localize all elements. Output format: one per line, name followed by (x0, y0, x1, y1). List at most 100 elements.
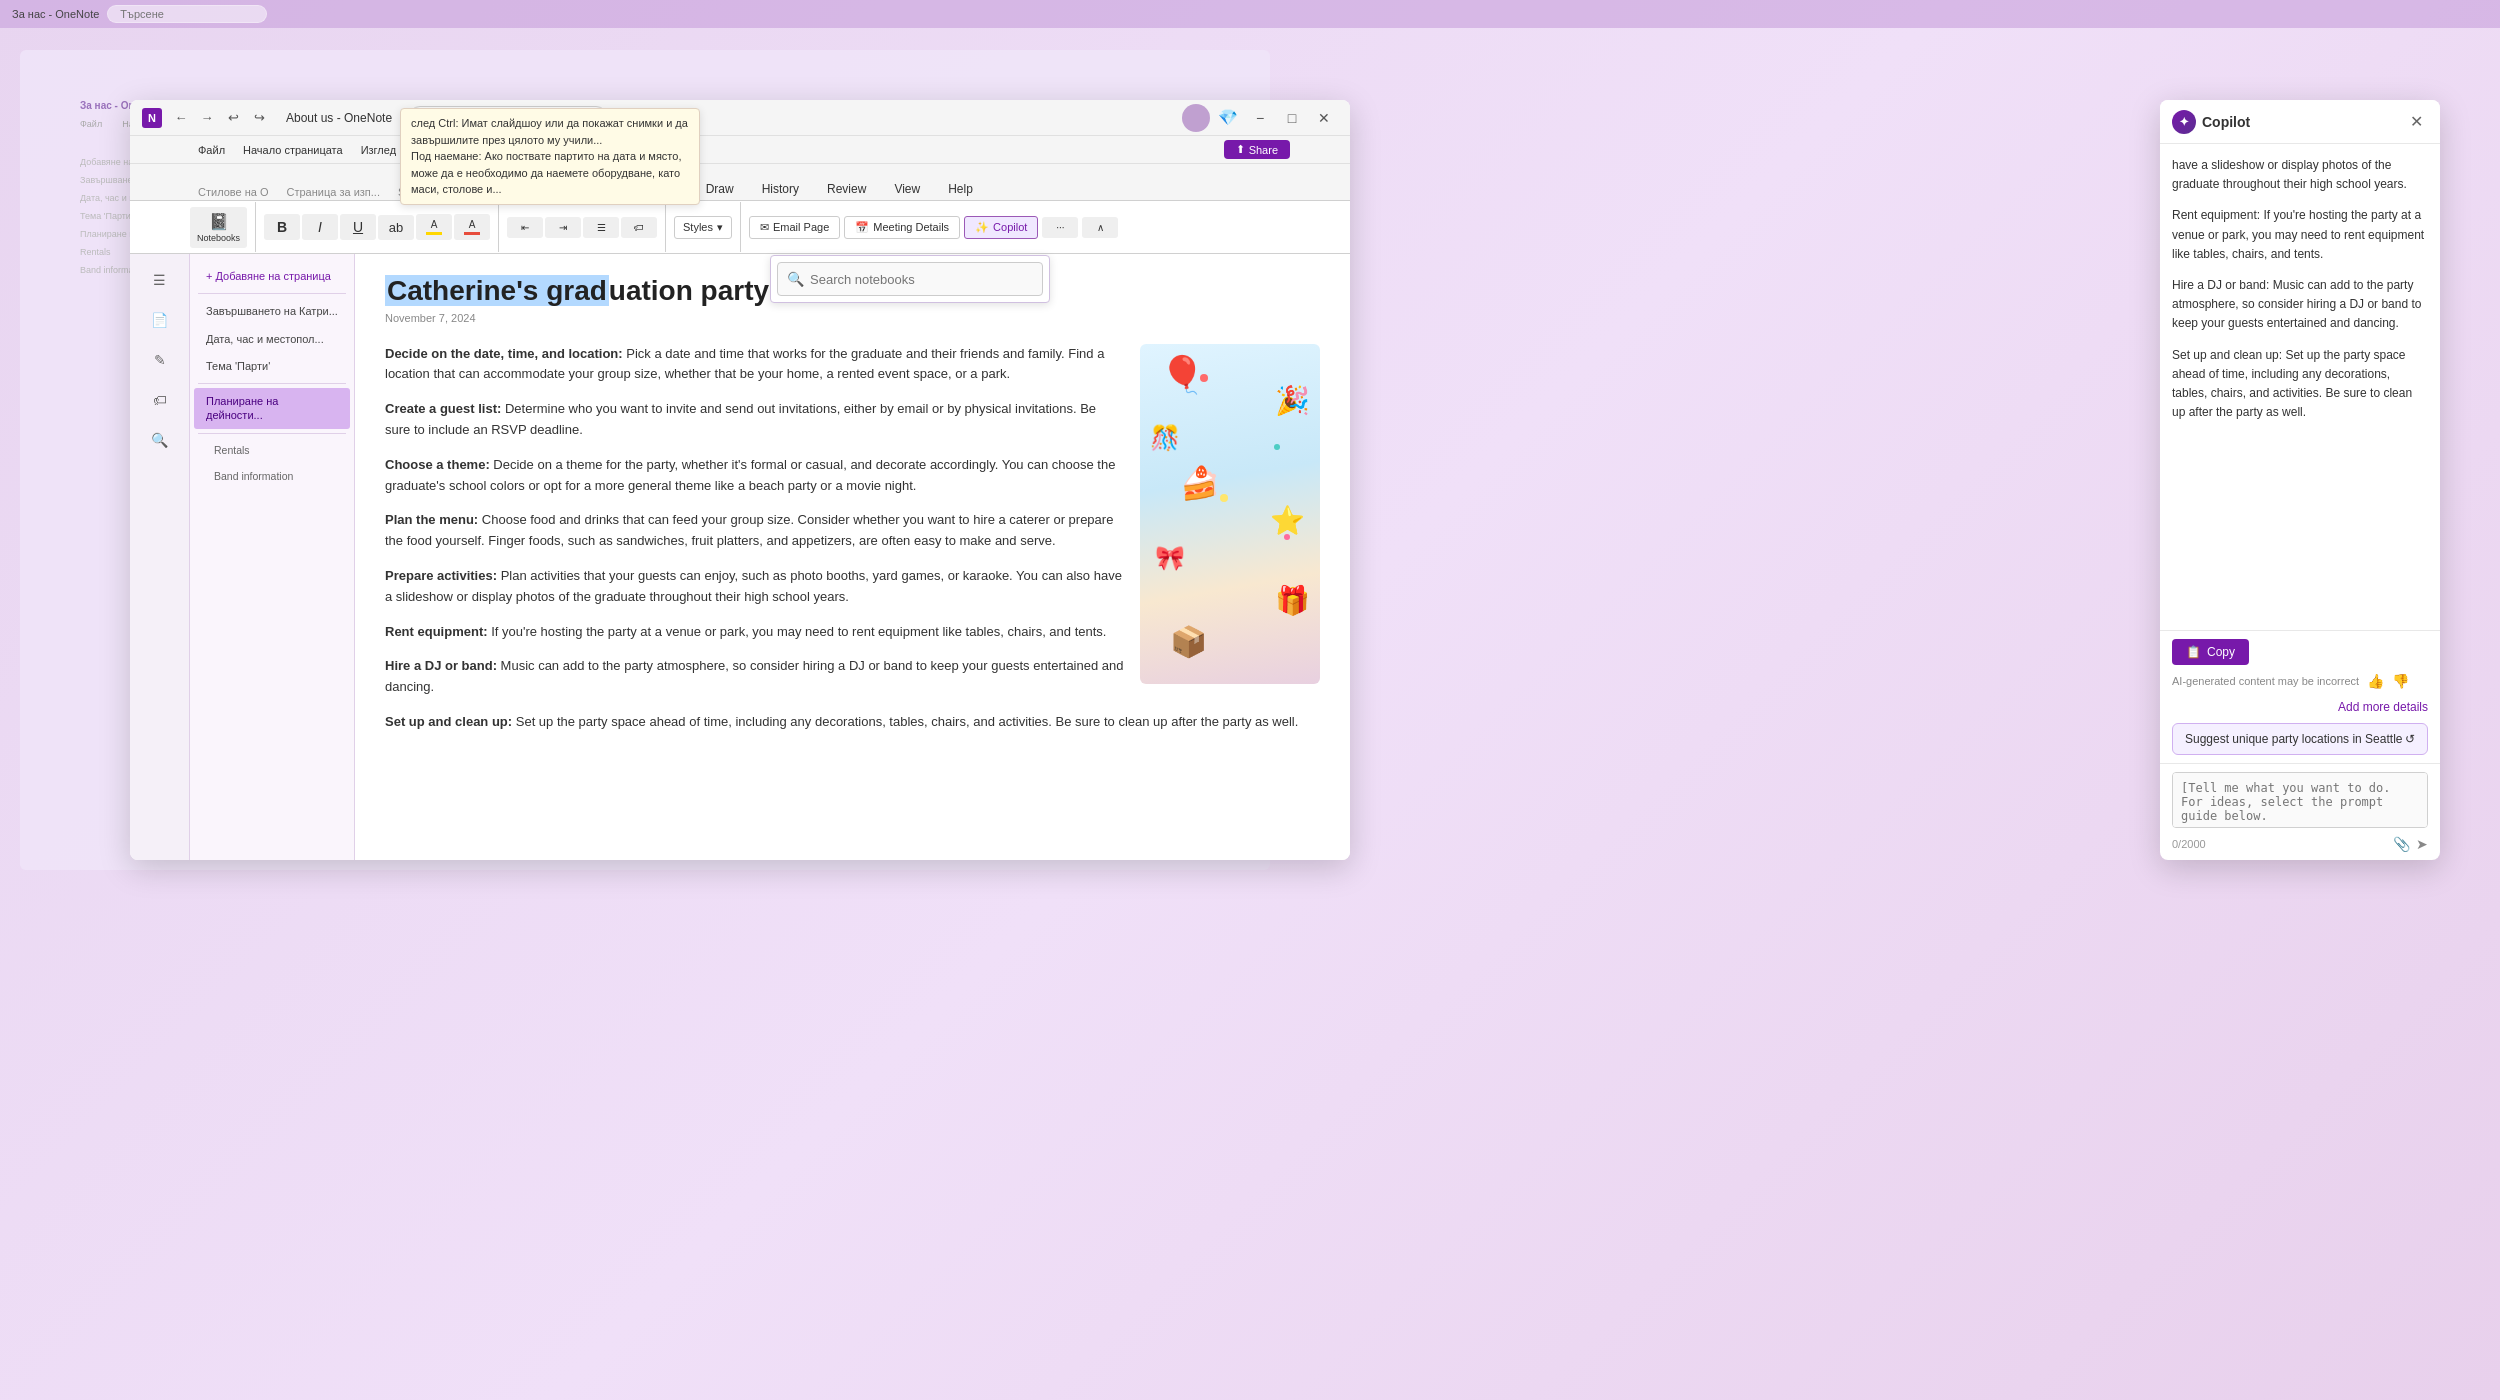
thumbs-up-btn[interactable]: 👍 (2367, 673, 2384, 689)
highlight-icon: A (431, 219, 438, 230)
tab-view[interactable]: View (881, 177, 933, 200)
copilot-textarea[interactable] (2172, 772, 2428, 828)
section-cleanup-label: Set up and clean up: (385, 714, 512, 729)
page-item-3[interactable]: Планиране на дейности... (194, 388, 350, 429)
add-page-btn[interactable]: + Добавяне на страница (194, 263, 350, 289)
highlight-indicator (426, 232, 442, 235)
note-party-image: 🎈 🎉 🎊 🍰 ⭐ 🎀 🎁 📦 (1140, 344, 1320, 684)
os-app-label: За нас - OneNote (12, 8, 99, 20)
copilot-actions: 📋 Copy AI-generated content may be incor… (2160, 630, 2440, 763)
ribbon-notebook-btn[interactable]: 📓 Notebooks (190, 207, 247, 248)
user-avatar[interactable] (1182, 104, 1210, 132)
maximize-button[interactable]: □ (1278, 108, 1306, 128)
sidebar-page-btn[interactable]: 📄 (138, 302, 182, 338)
gem-icon-btn[interactable]: 💎 (1218, 108, 1238, 127)
onenote-app-icon: N (142, 108, 162, 128)
sidebar-tags-btn[interactable]: 🏷 (138, 382, 182, 418)
strikethrough-btn[interactable]: ab (378, 215, 414, 240)
ribbon-styles-top[interactable]: Стилове на О (190, 184, 277, 200)
share-button[interactable]: ⬆ Share (1224, 140, 1290, 159)
forward-button[interactable]: → (196, 107, 218, 129)
font-color-icon: A (469, 219, 476, 230)
os-search-input[interactable] (107, 5, 267, 23)
section-dj-label: Hire a DJ or band: (385, 658, 497, 673)
suggest-locations-btn[interactable]: Suggest unique party locations in Seattl… (2172, 723, 2428, 755)
font-color-btn[interactable]: A (454, 214, 490, 240)
section-activities-label: Prepare activities: (385, 568, 497, 583)
tab-help[interactable]: Help (935, 177, 986, 200)
copilot-body-text-4: Set up and clean up: Set up the party sp… (2172, 346, 2428, 423)
indent-btn[interactable]: ⇤ (507, 217, 543, 238)
menu-home[interactable]: Начало страницата (235, 142, 351, 158)
section-menu-label: Plan the menu: (385, 512, 478, 527)
notebook-icon: 📓 (209, 212, 229, 231)
menu-file[interactable]: Файл (190, 142, 233, 158)
window-title: About us - OneNote (286, 111, 392, 125)
minimize-button[interactable]: − (1246, 108, 1274, 128)
send-btn[interactable]: ➤ (2416, 836, 2428, 852)
align-btn[interactable]: ☰ (583, 217, 619, 238)
note-editor[interactable]: Catherine's graduation party November 7,… (355, 254, 1350, 860)
main-content: ☰ 📄 ✎ 🏷 🔍 + Добавяне на страница Завършв… (130, 254, 1350, 860)
undo-button[interactable]: ↩ (222, 107, 244, 129)
more-options-btn[interactable]: ··· (1042, 217, 1078, 238)
tab-draw[interactable]: Draw (693, 177, 747, 200)
font-color-indicator (464, 232, 480, 235)
char-count: 0/2000 (2172, 838, 2206, 850)
thumbs-down-btn[interactable]: 👎 (2392, 673, 2409, 689)
page-list-divider (198, 293, 346, 294)
copilot-title: ✦ Copilot (2172, 110, 2250, 134)
tab-review[interactable]: Review (814, 177, 879, 200)
menu-view[interactable]: Изглед (353, 142, 404, 158)
copilot-body[interactable]: have a slideshow or display photos of th… (2160, 144, 2440, 630)
outdent-btn[interactable]: ⇥ (545, 217, 581, 238)
copy-button[interactable]: 📋 Copy (2172, 639, 2249, 665)
copilot-body-text-2: Rent equipment: If you're hosting the pa… (2172, 206, 2428, 264)
attach-btn[interactable]: 📎 (2393, 836, 2410, 852)
ribbon-page-top[interactable]: Страница за изп... (279, 184, 388, 200)
underline-btn[interactable]: U (340, 214, 376, 240)
menu-right: ⬆ Share (1224, 140, 1290, 159)
redo-button[interactable]: ↪ (248, 107, 270, 129)
page-item-1[interactable]: Дата, час и местопол... (194, 326, 350, 352)
page-item-0[interactable]: Завършването на Катри... (194, 298, 350, 324)
copilot-ribbon-btn[interactable]: ✨ Copilot (964, 216, 1038, 239)
copy-icon: 📋 (2186, 645, 2201, 659)
add-more-details-link[interactable]: Add more details (2338, 696, 2428, 718)
party-balloon: 🎈 (1160, 354, 1205, 396)
italic-btn[interactable]: I (302, 214, 338, 240)
tags-btn[interactable]: 🏷 (621, 217, 657, 238)
copilot-icon: ✦ (2172, 110, 2196, 134)
page-item-band[interactable]: Band information (194, 464, 350, 490)
email-page-btn[interactable]: ✉ Email Page (749, 216, 840, 239)
title-bar-right: 💎 − □ ✕ (1182, 104, 1338, 132)
copy-btn-row: 📋 Copy (2172, 639, 2428, 665)
sidebar-hamburger-btn[interactable]: ☰ (138, 262, 182, 298)
email-icon: ✉ (760, 221, 769, 234)
collapse-ribbon-btn[interactable]: ∧ (1082, 217, 1118, 238)
confetti-4 (1284, 534, 1290, 540)
page-item-2[interactable]: Тема 'Парти' (194, 353, 350, 379)
sidebar-edit-btn[interactable]: ✎ (138, 342, 182, 378)
search-input-wrap: 🔍 (777, 262, 1043, 296)
search-notebooks-panel: 🔍 (770, 255, 1050, 303)
styles-dropdown[interactable]: Styles ▾ (674, 216, 732, 239)
page-item-rentals[interactable]: Rentals (194, 438, 350, 464)
copilot-input-footer: 0/2000 📎 ➤ (2172, 836, 2428, 852)
styles-label: Styles (683, 221, 713, 233)
meeting-details-btn[interactable]: 📅 Meeting Details (844, 216, 960, 239)
ribbon-tabs: Стилове на О Страница за изп... Somethin… (130, 164, 1350, 200)
tab-history[interactable]: History (749, 177, 812, 200)
back-button[interactable]: ← (170, 107, 192, 129)
section-guest-label: Create a guest list: (385, 401, 501, 416)
highlight-btn[interactable]: A (416, 214, 452, 240)
copilot-close-button[interactable]: ✕ (2404, 110, 2428, 134)
section-rent-label: Rent equipment: (385, 624, 488, 639)
search-notebooks-input[interactable] (777, 262, 1043, 296)
sidebar-search-btn[interactable]: 🔍 (138, 422, 182, 458)
window-controls: − □ ✕ (1246, 108, 1338, 128)
close-button[interactable]: ✕ (1310, 108, 1338, 128)
page-list-divider-3 (198, 433, 346, 434)
bold-btn[interactable]: B (264, 214, 300, 240)
confetti-1 (1200, 374, 1208, 382)
